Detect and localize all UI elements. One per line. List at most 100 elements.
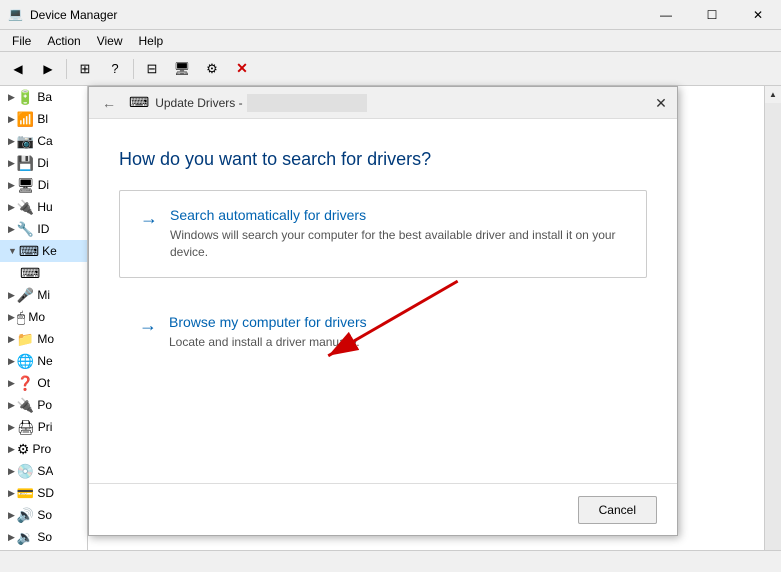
tree-item-bl[interactable]: ▶ 📶 Bl xyxy=(0,108,87,130)
menu-action[interactable]: Action xyxy=(39,32,88,50)
menu-file[interactable]: File xyxy=(4,32,39,50)
dialog-device-icon: ⌨ xyxy=(129,94,149,111)
expand-arrow: ▶ xyxy=(8,158,15,169)
tree-item-pri[interactable]: ▶ 🖨 Pri xyxy=(0,416,87,438)
forward-button[interactable]: ▶ xyxy=(34,56,62,82)
window-title: Device Manager xyxy=(30,8,117,22)
device-tree: ▶ 🔋 Ba ▶ 📶 Bl ▶ 📷 Ca ▶ 💾 Di ▶ 🖥 Di ▶ 🔌 H… xyxy=(0,86,88,572)
tree-item-sa[interactable]: ▶ 💿 SA xyxy=(0,460,87,482)
device-icon: 🖨 xyxy=(17,419,35,436)
close-button[interactable]: ✕ xyxy=(735,0,781,30)
option-description: Windows will search your computer for th… xyxy=(170,227,626,261)
menu-view[interactable]: View xyxy=(89,32,131,50)
option-title: Search automatically for drivers xyxy=(170,207,626,223)
device-icon: ❓ xyxy=(17,375,34,392)
tree-label: Ot xyxy=(37,376,50,390)
action-button[interactable]: ⚙ xyxy=(198,56,226,82)
expand-arrow: ▶ xyxy=(8,510,15,521)
tree-item-mo1[interactable]: ▶ 🖱 Mo xyxy=(0,306,87,328)
expand-arrow: ▶ xyxy=(8,114,15,125)
tree-item-di1[interactable]: ▶ 💾 Di xyxy=(0,152,87,174)
scan-button[interactable]: ⊟ xyxy=(138,56,166,82)
expand-arrow: ▶ xyxy=(8,334,15,345)
option-description: Locate and install a driver manually. xyxy=(169,334,367,351)
scroll-track[interactable] xyxy=(765,103,781,555)
tree-label: Ke xyxy=(42,244,57,258)
expand-arrow: ▶ xyxy=(8,136,15,147)
dialog-title-suffix xyxy=(247,94,367,112)
dialog-body: How do you want to search for drivers? →… xyxy=(89,119,677,483)
tree-item-hu[interactable]: ▶ 🔌 Hu xyxy=(0,196,87,218)
tree-item-ne[interactable]: ▶ 🌐 Ne xyxy=(0,350,87,372)
tree-label: SD xyxy=(37,486,54,500)
tree-item-so2[interactable]: ▶ 🔉 So xyxy=(0,526,87,548)
device-icon: 🎤 xyxy=(17,287,34,304)
scrollbar: ▲ ▼ xyxy=(764,86,781,572)
maximize-button[interactable]: ☐ xyxy=(689,0,735,30)
tree-item-di2[interactable]: ▶ 🖥 Di xyxy=(0,174,87,196)
toolbar-separator-2 xyxy=(133,59,134,79)
properties-button[interactable]: ⊞ xyxy=(71,56,99,82)
device-icon: 📁 xyxy=(17,331,34,348)
tree-item-pro[interactable]: ▶ ⚙ Pro xyxy=(0,438,87,460)
tree-item-ke[interactable]: ▼ ⌨ Ke xyxy=(0,240,87,262)
back-button[interactable]: ◀ xyxy=(4,56,32,82)
tree-item-ot[interactable]: ▶ ❓ Ot xyxy=(0,372,87,394)
device-icon: 🌐 xyxy=(17,353,34,370)
tree-label: Ca xyxy=(37,134,52,148)
scroll-up-button[interactable]: ▲ xyxy=(765,86,781,103)
dialog-footer: Cancel xyxy=(89,483,677,535)
minimize-button[interactable]: — xyxy=(643,0,689,30)
window-controls: — ☐ ✕ xyxy=(643,0,781,30)
tree-label: Pro xyxy=(32,442,51,456)
expand-arrow: ▶ xyxy=(8,180,15,191)
toolbar-separator-1 xyxy=(66,59,67,79)
tree-label: Bl xyxy=(37,112,48,126)
device-icon: ⚙ xyxy=(17,441,30,458)
tree-item-ba[interactable]: ▶ 🔋 Ba xyxy=(0,86,87,108)
tree-label: SA xyxy=(37,464,53,478)
browse-computer-option[interactable]: → Browse my computer for drivers Locate … xyxy=(119,298,647,367)
help-button[interactable]: ? xyxy=(101,56,129,82)
device-icon: 💳 xyxy=(17,485,34,502)
main-area: ▶ 🔋 Ba ▶ 📶 Bl ▶ 📷 Ca ▶ 💾 Di ▶ 🖥 Di ▶ 🔌 H… xyxy=(0,86,781,572)
device-icon: 🖥 xyxy=(17,177,35,194)
expand-arrow: ▶ xyxy=(8,466,15,477)
tree-label: Ba xyxy=(37,90,52,104)
tree-label: So xyxy=(37,508,52,522)
tree-label: Hu xyxy=(37,200,52,214)
device-icon: 💾 xyxy=(17,155,34,172)
tree-item-sd[interactable]: ▶ 💳 SD xyxy=(0,482,87,504)
expand-arrow: ▶ xyxy=(8,92,15,103)
tree-item-mi[interactable]: ▶ 🎤 Mi xyxy=(0,284,87,306)
tree-item-ca[interactable]: ▶ 📷 Ca xyxy=(0,130,87,152)
app-icon: 💻 xyxy=(8,7,24,23)
tree-item-po[interactable]: ▶ 🔌 Po xyxy=(0,394,87,416)
cancel-button[interactable]: Cancel xyxy=(578,496,657,524)
tree-label: Di xyxy=(38,178,49,192)
tree-item-ke-child[interactable]: ⌨ xyxy=(0,262,87,284)
dialog-back-button[interactable]: ← xyxy=(97,91,121,115)
tree-item-so1[interactable]: ▶ 🔊 So xyxy=(0,504,87,526)
option-arrow-icon: → xyxy=(139,315,157,336)
tree-item-mo2[interactable]: ▶ 📁 Mo xyxy=(0,328,87,350)
dialog-heading: How do you want to search for drivers? xyxy=(119,149,647,170)
option-content: Browse my computer for drivers Locate an… xyxy=(169,314,367,351)
expand-arrow: ▶ xyxy=(8,202,15,213)
tree-label: Pri xyxy=(38,420,53,434)
search-automatically-option[interactable]: → Search automatically for drivers Windo… xyxy=(119,190,647,278)
dialog-title-bar: ← ⌨ Update Drivers - ✕ xyxy=(89,87,677,119)
display-button[interactable]: 🖥 xyxy=(168,56,196,82)
device-icon: 📷 xyxy=(17,133,34,150)
menu-bar: File Action View Help xyxy=(0,30,781,52)
device-icon: 💿 xyxy=(17,463,34,480)
uninstall-button[interactable]: ✕ xyxy=(228,56,256,82)
menu-help[interactable]: Help xyxy=(131,32,172,50)
expand-arrow: ▶ xyxy=(8,422,15,433)
expand-arrow: ▶ xyxy=(8,224,15,235)
dialog-close-button[interactable]: ✕ xyxy=(645,87,677,119)
title-bar: 💻 Device Manager — ☐ ✕ xyxy=(0,0,781,30)
tree-item-id[interactable]: ▶ 🔧 ID xyxy=(0,218,87,240)
device-icon: ⌨ xyxy=(20,265,40,282)
device-icon: 🖱 xyxy=(17,309,25,326)
